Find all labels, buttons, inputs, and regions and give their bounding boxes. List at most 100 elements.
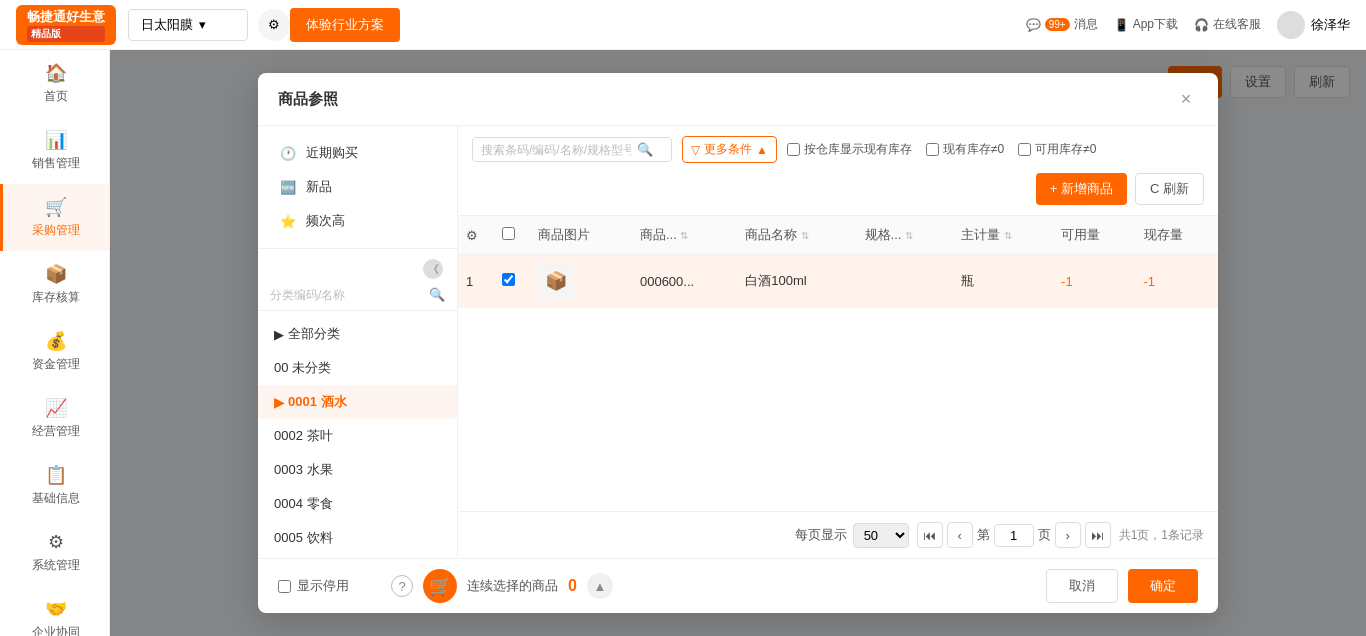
- category-0005[interactable]: 0005 饮料: [258, 521, 457, 555]
- avatar: [1277, 11, 1305, 39]
- td-stock: -1: [1136, 255, 1218, 308]
- checkbox-stock-neq0-input[interactable]: [926, 143, 939, 156]
- sidebar-item-basic-info[interactable]: 📋 基础信息: [0, 452, 109, 519]
- per-page-select: 每页显示 50 10 20 100: [795, 523, 909, 548]
- modal-body: 🕐 近期购买 🆕 新品 ⭐ 频次高: [258, 126, 1218, 558]
- td-available: -1: [1053, 255, 1135, 308]
- category-00[interactable]: 00 未分类: [258, 351, 457, 385]
- modal-right-panel: 🔍 ▽ 更多条件 ▲ 按仓库显示现有库存: [458, 126, 1218, 558]
- sidebar-item-inventory[interactable]: 📦 库存核算: [0, 251, 109, 318]
- checkbox-available-neq0-input[interactable]: [1018, 143, 1031, 156]
- home-icon: 🏠: [45, 62, 67, 84]
- last-page-btn[interactable]: ⏭: [1085, 522, 1111, 548]
- product-table: ⚙ 商品图片 商品... ⇅ 商品名称: [458, 216, 1218, 308]
- collapse-panel-btn[interactable]: 《: [423, 259, 443, 279]
- th-code[interactable]: 商品... ⇅: [632, 216, 737, 255]
- modal-close-btn[interactable]: ×: [1174, 87, 1198, 111]
- category-0002-label: 0002 茶叶: [274, 427, 333, 445]
- show-disabled-input[interactable]: [278, 580, 291, 593]
- gear-btn[interactable]: ⚙: [258, 9, 290, 41]
- service-btn[interactable]: 🎧 在线客服: [1194, 16, 1261, 33]
- th-settings[interactable]: ⚙: [458, 216, 494, 255]
- checkbox-warehouse[interactable]: 按仓库显示现有库存: [787, 141, 912, 158]
- sidebar-item-enterprise[interactable]: 🤝 企业协同: [0, 586, 109, 636]
- help-icon-btn[interactable]: ?: [391, 575, 413, 597]
- quick-link-frequent[interactable]: ⭐ 频次高: [270, 204, 445, 238]
- arrow-icon-all: ▶: [274, 327, 284, 342]
- app-download-btn[interactable]: 📱 App下载: [1114, 16, 1178, 33]
- cancel-btn[interactable]: 取消: [1046, 569, 1118, 603]
- th-checkbox: [494, 216, 530, 255]
- inventory-icon: 📦: [45, 263, 67, 285]
- sidebar-item-system[interactable]: ⚙ 系统管理: [0, 519, 109, 586]
- sidebar-item-finance[interactable]: 💰 资金管理: [0, 318, 109, 385]
- modal-overlay: 商品参照 × 🕐 近期购买 🆕: [110, 50, 1366, 636]
- user-menu[interactable]: 徐泽华: [1277, 11, 1350, 39]
- table-row[interactable]: 1 📦 000600... 白酒100ml 瓶: [458, 255, 1218, 308]
- headset-icon: 🎧: [1194, 18, 1209, 32]
- quick-link-recent[interactable]: 🕐 近期购买: [270, 136, 445, 170]
- cart-icon-btn[interactable]: 🛒: [423, 569, 457, 603]
- first-page-btn[interactable]: ⏮: [917, 522, 943, 548]
- category-0005-label: 0005 饮料: [274, 529, 333, 547]
- store-dropdown[interactable]: 日太阳膜 ▾: [128, 9, 248, 41]
- category-0001[interactable]: ▶ 0001 酒水: [258, 385, 457, 419]
- selected-count: 0: [568, 577, 577, 595]
- service-label: 在线客服: [1213, 16, 1261, 33]
- product-reference-modal: 商品参照 × 🕐 近期购买 🆕: [258, 73, 1218, 613]
- category-0004[interactable]: 0004 零食: [258, 487, 457, 521]
- add-product-btn[interactable]: + 新增商品: [1036, 173, 1127, 205]
- checkbox-stock-neq0-label: 现有库存≠0: [943, 141, 1004, 158]
- search-icon-btn[interactable]: 🔍: [637, 142, 653, 157]
- td-name: 白酒100ml: [737, 255, 856, 308]
- more-filter-btn[interactable]: ▽ 更多条件 ▲: [682, 136, 777, 163]
- trial-btn[interactable]: 体验行业方案: [290, 8, 400, 42]
- th-unit[interactable]: 主计量 ⇅: [953, 216, 1053, 255]
- toolbar-right: + 新增商品 C 刷新: [1036, 173, 1204, 205]
- td-checkbox[interactable]: [494, 255, 530, 308]
- checkbox-stock-neq0[interactable]: 现有库存≠0: [926, 141, 1004, 158]
- sidebar-item-sales[interactable]: 📊 销售管理: [0, 117, 109, 184]
- category-0003-label: 0003 水果: [274, 461, 333, 479]
- dropdown-arrow-icon: ▾: [199, 17, 206, 32]
- category-0004-label: 0004 零食: [274, 495, 333, 513]
- th-name[interactable]: 商品名称 ⇅: [737, 216, 856, 255]
- sidebar-item-purchase[interactable]: 🛒 采购管理: [0, 184, 109, 251]
- row-checkbox[interactable]: [502, 273, 515, 286]
- sidebar-item-operations[interactable]: 📈 经营管理: [0, 385, 109, 452]
- collapse-footer-btn[interactable]: ▲: [587, 573, 613, 599]
- product-search-box: 🔍: [472, 137, 672, 162]
- sidebar-item-home[interactable]: 🏠 首页: [0, 50, 109, 117]
- th-spec[interactable]: 规格... ⇅: [857, 216, 954, 255]
- th-name-label: 商品名称: [745, 227, 797, 242]
- per-page-dropdown[interactable]: 50 10 20 100: [853, 523, 909, 548]
- show-disabled-checkbox[interactable]: 显示停用: [278, 577, 349, 595]
- category-0002[interactable]: 0002 茶叶: [258, 419, 457, 453]
- message-icon: 💬: [1026, 18, 1041, 32]
- checkbox-available-neq0[interactable]: 可用库存≠0: [1018, 141, 1096, 158]
- checkbox-warehouse-input[interactable]: [787, 143, 800, 156]
- category-all[interactable]: ▶ 全部分类: [258, 317, 457, 351]
- modal-header: 商品参照 ×: [258, 73, 1218, 126]
- message-btn[interactable]: 💬 99+ 消息: [1026, 16, 1098, 33]
- refresh-btn[interactable]: C 刷新: [1135, 173, 1204, 205]
- product-search-input[interactable]: [481, 143, 631, 157]
- logo-text: 畅捷通好生意: [27, 8, 105, 26]
- page-number-input[interactable]: [994, 524, 1034, 547]
- confirm-btn[interactable]: 确定: [1128, 569, 1198, 603]
- next-page-btn[interactable]: ›: [1055, 522, 1081, 548]
- select-all-checkbox[interactable]: [502, 227, 515, 240]
- td-index: 1: [458, 255, 494, 308]
- sidebar-label-finance: 资金管理: [32, 356, 80, 373]
- cart-icon: 🛒: [429, 575, 451, 597]
- gear-icon: ⚙: [268, 17, 280, 32]
- category-0003[interactable]: 0003 水果: [258, 453, 457, 487]
- modal-left-panel: 🕐 近期购买 🆕 新品 ⭐ 频次高: [258, 126, 458, 558]
- phone-icon: 📱: [1114, 18, 1129, 32]
- prev-page-btn[interactable]: ‹: [947, 522, 973, 548]
- search-icon[interactable]: 🔍: [429, 287, 445, 302]
- category-search-input[interactable]: [270, 288, 423, 302]
- finance-icon: 💰: [45, 330, 67, 352]
- quick-link-new[interactable]: 🆕 新品: [270, 170, 445, 204]
- logo[interactable]: 畅捷通好生意 精品版: [16, 5, 116, 45]
